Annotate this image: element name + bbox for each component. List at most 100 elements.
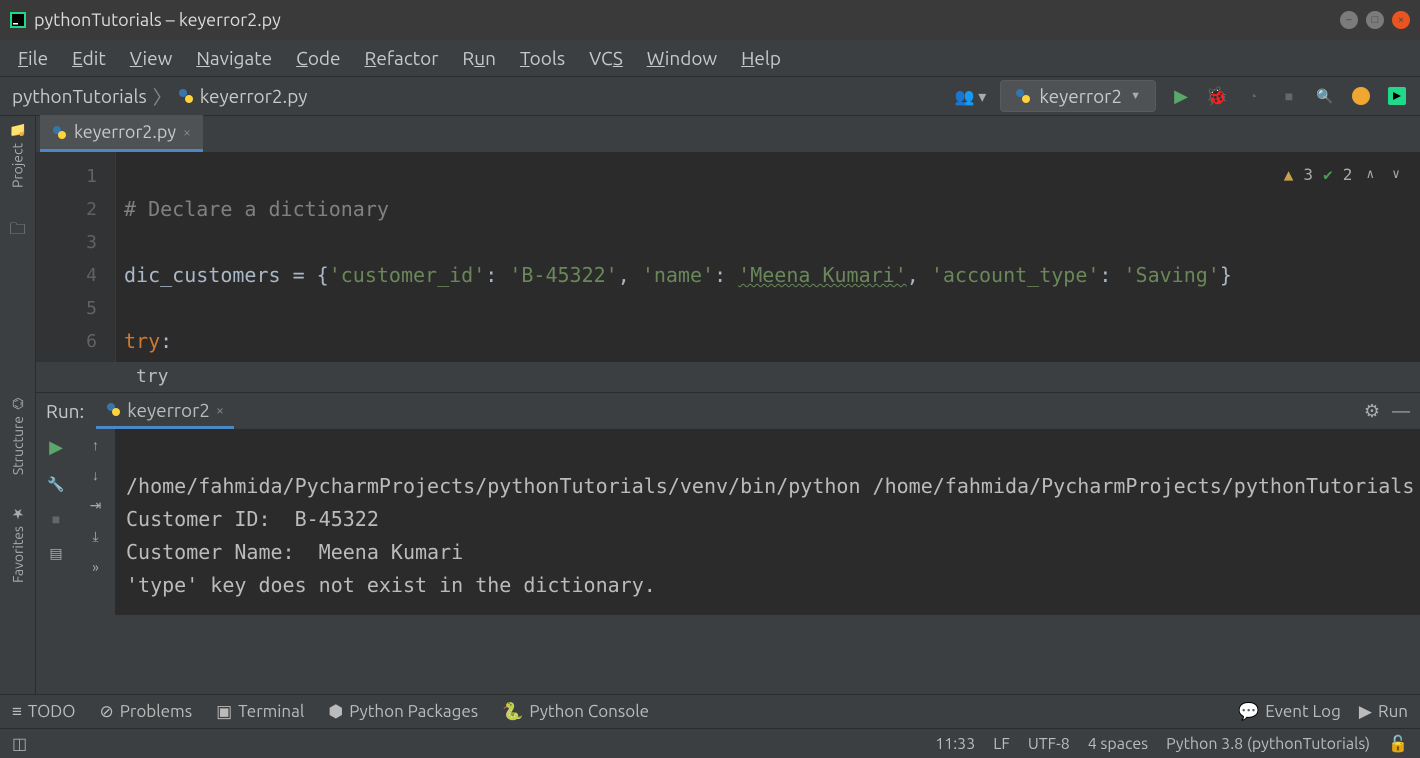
menu-view[interactable]: View: [120, 43, 183, 73]
editor-tab-keyerror2[interactable]: keyerror2.py ×: [40, 115, 203, 152]
console-output[interactable]: /home/fahmida/PycharmProjects/pythonTuto…: [116, 429, 1420, 615]
python-console-tool-button[interactable]: 🐍Python Console: [502, 702, 649, 722]
menu-navigate[interactable]: Navigate: [186, 43, 282, 73]
structure-tool-button[interactable]: Structure ⌬: [10, 395, 26, 475]
run-button[interactable]: ▶: [1170, 85, 1192, 107]
event-log-button[interactable]: 💬Event Log: [1238, 702, 1341, 722]
code-text: :: [160, 329, 172, 353]
warning-icon: ▲: [1284, 158, 1294, 191]
play-icon: ▶: [1359, 702, 1372, 722]
run-configuration-dropdown[interactable]: keyerror2 ▼: [1000, 80, 1156, 112]
tab-close-button[interactable]: ×: [183, 124, 191, 140]
warning-count: 3: [1303, 158, 1313, 191]
line-separator[interactable]: LF: [993, 735, 1010, 753]
indent-setting[interactable]: 4 spaces: [1088, 735, 1148, 753]
bottom-toolbar: ≡TODO ⊘Problems ▣Terminal ⬢Python Packag…: [0, 694, 1420, 728]
run-panel-title: Run:: [46, 400, 84, 422]
menu-window[interactable]: Window: [637, 43, 727, 73]
menu-edit[interactable]: Edit: [62, 43, 116, 73]
code-pane[interactable]: # Declare a dictionary dic_customers = {…: [116, 152, 1420, 362]
file-encoding[interactable]: UTF-8: [1028, 735, 1070, 753]
update-icon[interactable]: [1350, 85, 1372, 107]
menubar: File Edit View Navigate Code Refactor Ru…: [0, 40, 1420, 76]
project-tool-button[interactable]: Project 📁: [9, 122, 26, 188]
folder-collapsed-icon[interactable]: 🗀: [9, 218, 25, 245]
code-string: 'Saving': [1124, 263, 1220, 287]
run-panel: Run: keyerror2 × ⚙ — ▶ 🔧 ■ ▤: [36, 392, 1420, 615]
line-number: 4: [36, 259, 97, 292]
menu-file[interactable]: File: [8, 43, 58, 73]
editor-area: keyerror2.py × 1 2 3 4 5 6 # Declare a d…: [36, 116, 1420, 694]
run-left-toolbar: ▶ 🔧 ■ ▤: [36, 429, 76, 615]
users-icon[interactable]: 👥 ▾: [955, 87, 987, 106]
code-text: :: [1099, 263, 1123, 287]
chevron-right-icon: 〉: [153, 83, 172, 110]
code-string: 'name': [642, 263, 714, 287]
menu-tools[interactable]: Tools: [510, 43, 575, 73]
code-text: ,: [618, 263, 642, 287]
problems-icon: ⊘: [99, 702, 113, 722]
stop-icon[interactable]: ■: [52, 511, 60, 527]
editor-body[interactable]: 1 2 3 4 5 6 # Declare a dictionary dic_c…: [36, 152, 1420, 362]
terminal-tool-button[interactable]: ▣Terminal: [216, 702, 304, 722]
soft-wrap-icon[interactable]: ⇥: [90, 497, 102, 514]
structure-icon: ⌬: [11, 395, 23, 412]
prev-highlight-button[interactable]: ∧: [1362, 158, 1378, 191]
debug-button[interactable]: 🐞: [1206, 85, 1228, 107]
stop-button[interactable]: ■: [1278, 85, 1300, 107]
search-icon[interactable]: 🔍: [1314, 85, 1336, 107]
event-log-icon: 💬: [1238, 702, 1259, 722]
code-comment: # Declare a dictionary: [124, 197, 389, 221]
menu-refactor[interactable]: Refactor: [355, 43, 449, 73]
breadcrumb-root[interactable]: pythonTutorials: [12, 85, 147, 107]
console-line: /home/fahmida/PycharmProjects/pythonTuto…: [126, 474, 1414, 498]
window-controls: – □ ×: [1340, 11, 1410, 29]
wrench-icon[interactable]: 🔧: [47, 476, 64, 493]
menu-help[interactable]: Help: [731, 43, 791, 73]
python-packages-tool-button[interactable]: ⬢Python Packages: [328, 702, 478, 722]
breadcrumb-file[interactable]: keyerror2.py: [200, 85, 308, 107]
rerun-button[interactable]: ▶: [49, 437, 63, 458]
close-button[interactable]: ×: [1392, 11, 1410, 29]
main-layout: Project 📁 🗀 Structure ⌬ Favorites ★ keye…: [0, 116, 1420, 694]
favorites-tool-button[interactable]: Favorites ★: [10, 505, 26, 583]
line-number: 6: [36, 325, 97, 358]
todo-tool-button[interactable]: ≡TODO: [12, 702, 75, 722]
layout-icon[interactable]: ▤: [49, 545, 62, 562]
tool-window-icon[interactable]: ◫: [12, 734, 27, 753]
run-tab-close[interactable]: ×: [216, 402, 224, 418]
menu-vcs[interactable]: VCS: [579, 43, 633, 73]
interpreter-setting[interactable]: Python 3.8 (pythonTutorials): [1166, 735, 1370, 753]
menu-code[interactable]: Code: [286, 43, 350, 73]
code-string: 'account_type': [931, 263, 1100, 287]
python-icon: [106, 402, 121, 417]
python-file-icon: [52, 125, 67, 140]
code-text: }: [1220, 263, 1232, 287]
down-icon[interactable]: ↓: [92, 467, 99, 483]
console-line: 'type' key does not exist in the diction…: [126, 573, 656, 597]
gear-icon[interactable]: ⚙: [1364, 401, 1380, 422]
run-tab-keyerror2[interactable]: keyerror2 ×: [96, 394, 234, 429]
lock-icon[interactable]: 🔓: [1388, 734, 1408, 753]
inspection-badge[interactable]: ▲3 ✔2 ∧ ∨: [1284, 158, 1404, 191]
hide-button[interactable]: —: [1392, 401, 1410, 421]
cursor-position[interactable]: 11:33: [935, 735, 975, 753]
coverage-button[interactable]: ◔: [1242, 85, 1264, 107]
minimize-button[interactable]: –: [1340, 11, 1358, 29]
maximize-button[interactable]: □: [1366, 11, 1384, 29]
window-title: pythonTutorials – keyerror2.py: [34, 10, 281, 30]
up-icon[interactable]: ↑: [92, 437, 99, 453]
console-line: Customer ID: B-45322: [126, 507, 379, 531]
line-number: 5: [36, 292, 97, 325]
next-highlight-button[interactable]: ∨: [1388, 158, 1404, 191]
menu-run[interactable]: Run: [452, 43, 506, 73]
titlebar: pythonTutorials – keyerror2.py – □ ×: [0, 0, 1420, 40]
scroll-icon[interactable]: ⤓: [92, 528, 98, 545]
problems-tool-button[interactable]: ⊘Problems: [99, 702, 192, 722]
check-count: 2: [1343, 158, 1353, 191]
console-line: Customer Name: Meena Kumari: [126, 540, 463, 564]
run-tool-button[interactable]: ▶Run: [1359, 702, 1408, 722]
breadcrumb-context: try: [36, 362, 1420, 392]
ide-settings-icon[interactable]: [1386, 85, 1408, 107]
more-icon[interactable]: »: [92, 559, 99, 575]
